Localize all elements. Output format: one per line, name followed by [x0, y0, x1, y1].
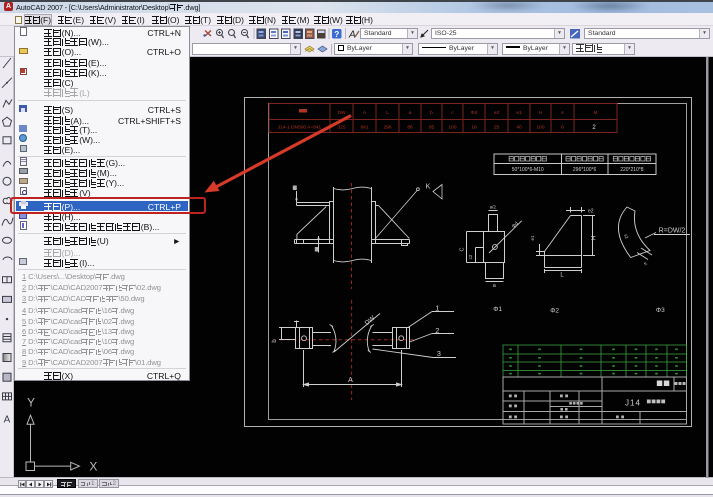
- svg-text:A: A: [4, 415, 11, 426]
